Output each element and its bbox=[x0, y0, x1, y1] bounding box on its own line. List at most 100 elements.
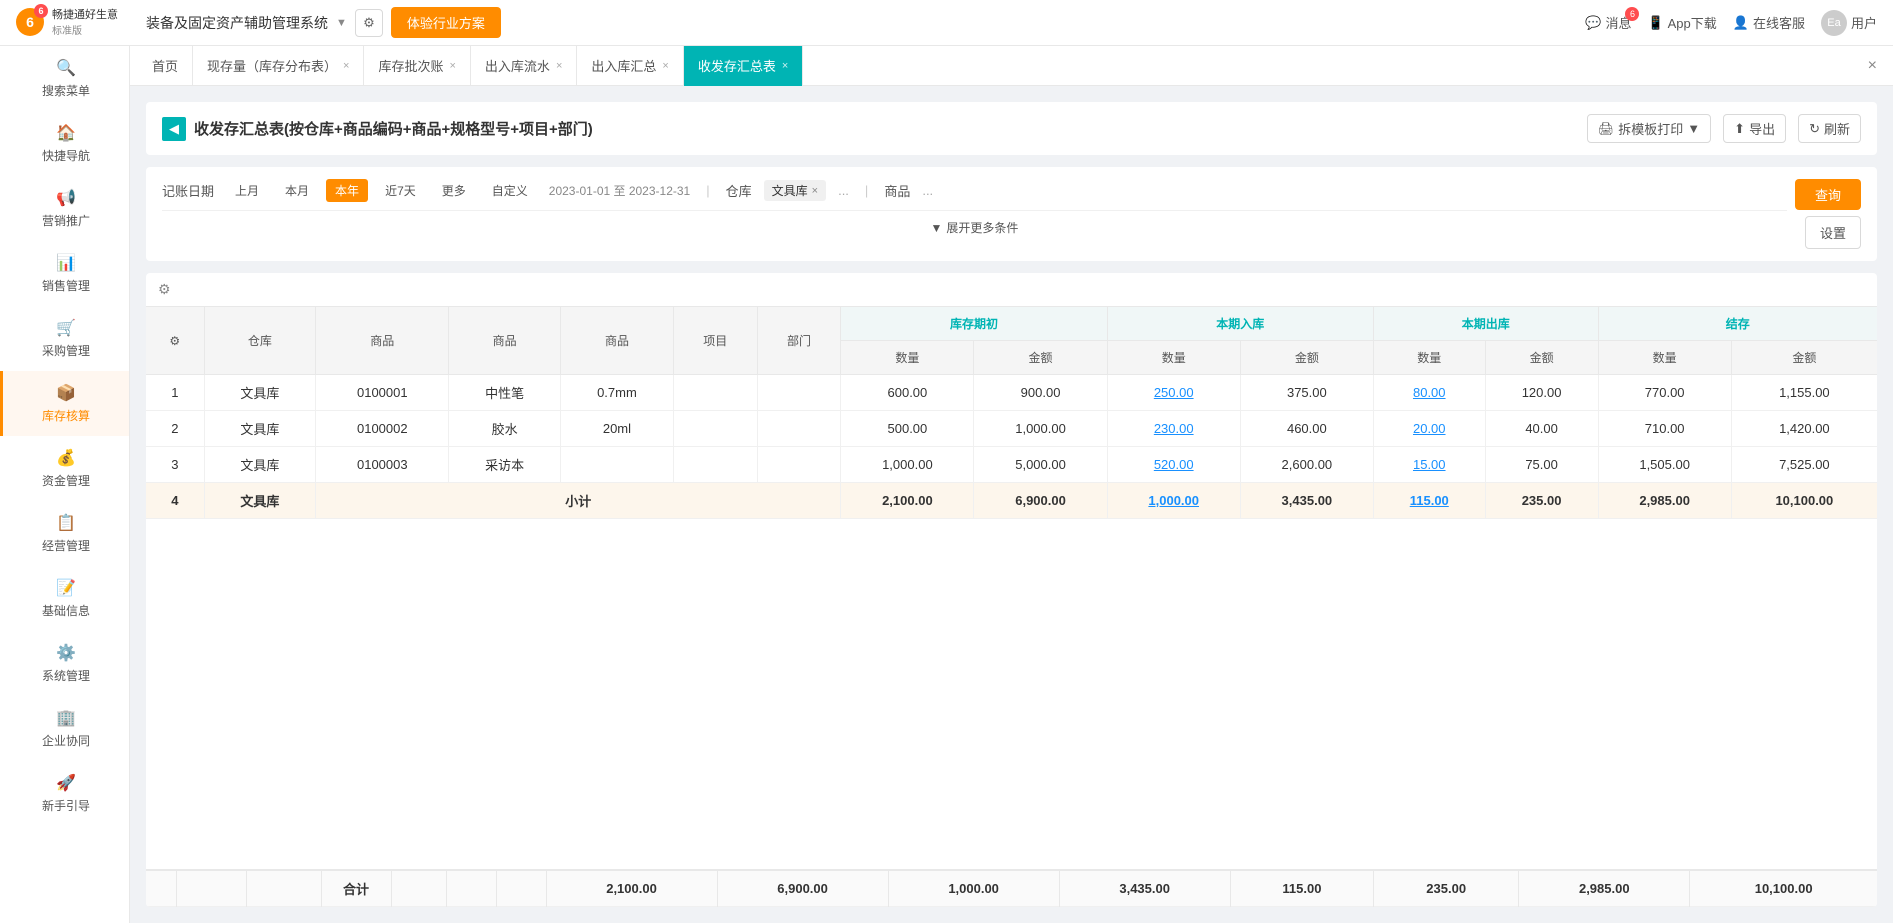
date-btn-this-year[interactable]: 本年 bbox=[326, 179, 368, 202]
message-badge: 6 bbox=[1625, 7, 1639, 21]
sidebar-item-search[interactable]: 🔍 搜索菜单 bbox=[0, 46, 129, 111]
row2-warehouse: 文具库 bbox=[204, 411, 316, 447]
date-btn-last-month[interactable]: 上月 bbox=[226, 179, 268, 202]
row3-opening-amt: 5,000.00 bbox=[974, 447, 1107, 483]
system-area: 装备及固定资产辅助管理系统 ▼ ⚙ 体验行业方案 bbox=[146, 7, 1585, 38]
row3-in-qty[interactable]: 520.00 bbox=[1107, 447, 1240, 483]
row3-warehouse: 文具库 bbox=[204, 447, 316, 483]
table-settings-icon[interactable]: ⚙ bbox=[158, 281, 171, 298]
date-btn-this-month[interactable]: 本月 bbox=[276, 179, 318, 202]
sidebar-item-marketing[interactable]: 📢 营销推广 bbox=[0, 176, 129, 241]
print-button[interactable]: 🖨 拆模板打印 ▼ bbox=[1587, 114, 1711, 143]
sales-icon: 📊 bbox=[56, 253, 76, 273]
row1-out-qty[interactable]: 80.00 bbox=[1373, 375, 1485, 411]
home-icon: 🏠 bbox=[56, 123, 76, 143]
subtotal-in-amt: 3,435.00 bbox=[1240, 483, 1373, 519]
row1-project bbox=[673, 375, 757, 411]
sidebar-item-purchase[interactable]: 🛒 采购管理 bbox=[0, 306, 129, 371]
sidebar-item-newbie[interactable]: 🚀 新手引导 bbox=[0, 761, 129, 826]
tab-in-out-summary[interactable]: 出入库汇总 × bbox=[577, 46, 683, 86]
user-menu[interactable]: Ea 用户 bbox=[1821, 10, 1877, 36]
tab-in-out-flow-close[interactable]: × bbox=[556, 60, 562, 72]
tab-batch-ledger[interactable]: 库存批次账 × bbox=[364, 46, 470, 86]
collapse-arrow[interactable]: ◀ bbox=[162, 117, 186, 141]
row1-spec: 0.7mm bbox=[560, 375, 673, 411]
row3-closing-qty: 1,505.00 bbox=[1598, 447, 1731, 483]
expand-button[interactable]: ▼ 展开更多条件 bbox=[162, 210, 1787, 236]
system-dropdown-icon[interactable]: ▼ bbox=[336, 17, 347, 29]
refresh-button[interactable]: ↻ 刷新 bbox=[1798, 114, 1861, 143]
subtotal-in-qty[interactable]: 1,000.00 bbox=[1107, 483, 1240, 519]
sidebar-label-search: 搜索菜单 bbox=[42, 82, 90, 99]
tab-in-out-summary-close[interactable]: × bbox=[662, 60, 668, 72]
warehouse-ellipsis[interactable]: ... bbox=[838, 183, 849, 198]
th-group-out: 本期出库 bbox=[1373, 307, 1598, 341]
tab-in-out-flow-label: 出入库流水 bbox=[485, 56, 550, 75]
tab-recv-send-summary-label: 收发存汇总表 bbox=[698, 56, 776, 75]
tab-bar-close-button[interactable]: × bbox=[1860, 57, 1885, 75]
row3-in-amt: 2,600.00 bbox=[1240, 447, 1373, 483]
sidebar-item-quick-nav[interactable]: 🏠 快捷导航 bbox=[0, 111, 129, 176]
date-btn-custom[interactable]: 自定义 bbox=[483, 179, 537, 202]
sidebar-item-enterprise[interactable]: 🏢 企业协同 bbox=[0, 696, 129, 761]
user-avatar: Ea bbox=[1821, 10, 1847, 36]
inventory-icon: 📦 bbox=[56, 383, 76, 403]
row2-out-qty[interactable]: 20.00 bbox=[1373, 411, 1485, 447]
date-btn-7days[interactable]: 近7天 bbox=[376, 179, 425, 202]
th-warehouse: 仓库 bbox=[204, 307, 316, 375]
row2-in-qty[interactable]: 230.00 bbox=[1107, 411, 1240, 447]
sidebar-label-newbie: 新手引导 bbox=[42, 797, 90, 814]
warehouse-label: 仓库 bbox=[726, 181, 752, 200]
tab-batch-ledger-close[interactable]: × bbox=[449, 60, 455, 72]
warehouse-tag-close[interactable]: × bbox=[812, 185, 818, 197]
subtotal-out-qty[interactable]: 115.00 bbox=[1373, 483, 1485, 519]
sidebar-item-finance[interactable]: 💰 资金管理 bbox=[0, 436, 129, 501]
sidebar-label-operations: 经营管理 bbox=[42, 537, 90, 554]
sidebar-item-operations[interactable]: 📋 经营管理 bbox=[0, 501, 129, 566]
tab-recv-send-summary-close[interactable]: × bbox=[782, 60, 788, 72]
subtotal-opening-qty: 2,100.00 bbox=[841, 483, 974, 519]
row1-dept bbox=[757, 375, 841, 411]
sidebar-item-system[interactable]: ⚙️ 系统管理 bbox=[0, 631, 129, 696]
row2-opening-qty: 500.00 bbox=[841, 411, 974, 447]
row2-no: 2 bbox=[146, 411, 204, 447]
date-label: 记账日期 bbox=[162, 181, 214, 200]
messages-button[interactable]: 💬 消息 6 bbox=[1585, 13, 1631, 32]
basic-info-icon: 📝 bbox=[56, 578, 76, 598]
sidebar-item-basic-info[interactable]: 📝 基础信息 bbox=[0, 566, 129, 631]
gear-button[interactable]: ⚙ bbox=[355, 9, 383, 37]
tab-home[interactable]: 首页 bbox=[138, 46, 193, 86]
tab-recv-send-summary[interactable]: 收发存汇总表 × bbox=[684, 46, 803, 86]
table-row: 1 文具库 0100001 中性笔 0.7mm 600.00 900.00 25… bbox=[146, 375, 1877, 411]
filter-bar: 记账日期 上月 本月 本年 近7天 更多 自定义 2023-01-01 至 20… bbox=[146, 167, 1877, 261]
sidebar-item-inventory[interactable]: 📦 库存核算 bbox=[0, 371, 129, 436]
export-button[interactable]: ⬆ 导出 bbox=[1723, 114, 1786, 143]
row1-in-qty[interactable]: 250.00 bbox=[1107, 375, 1240, 411]
subtotal-warehouse: 文具库 bbox=[204, 483, 316, 519]
row1-no: 1 bbox=[146, 375, 204, 411]
table-toolbar: ⚙ bbox=[146, 273, 1877, 307]
online-service-button[interactable]: 👤 在线客服 bbox=[1733, 13, 1805, 32]
export-icon: ⬆ bbox=[1734, 121, 1745, 137]
row1-in-amt: 375.00 bbox=[1240, 375, 1373, 411]
subtotal-opening-amt: 6,900.00 bbox=[974, 483, 1107, 519]
tab-inventory-dist[interactable]: 现存量（库存分布表） × bbox=[193, 46, 364, 86]
row1-closing-qty: 770.00 bbox=[1598, 375, 1731, 411]
query-button[interactable]: 查询 bbox=[1795, 179, 1861, 210]
filter-settings-button[interactable]: 设置 bbox=[1805, 216, 1861, 249]
operations-icon: 📋 bbox=[56, 513, 76, 533]
date-btn-more[interactable]: 更多 bbox=[433, 179, 475, 202]
row3-out-qty[interactable]: 15.00 bbox=[1373, 447, 1485, 483]
tab-in-out-flow[interactable]: 出入库流水 × bbox=[471, 46, 577, 86]
row2-in-amt: 460.00 bbox=[1240, 411, 1373, 447]
goods-ellipsis[interactable]: ... bbox=[922, 183, 933, 198]
sidebar-item-sales[interactable]: 📊 销售管理 bbox=[0, 241, 129, 306]
footer-closing-qty: 2,985.00 bbox=[1519, 871, 1690, 907]
system-name: 装备及固定资产辅助管理系统 bbox=[146, 13, 328, 33]
trial-button[interactable]: 体验行业方案 bbox=[391, 7, 501, 38]
refresh-icon: ↻ bbox=[1809, 121, 1820, 137]
top-bar: 6 6 畅捷通好生意 标准版 装备及固定资产辅助管理系统 ▼ ⚙ 体验行业方案 … bbox=[0, 0, 1893, 46]
app-download-button[interactable]: 📱 App下载 bbox=[1647, 13, 1716, 32]
tab-inventory-dist-close[interactable]: × bbox=[343, 60, 349, 72]
row1-warehouse: 文具库 bbox=[204, 375, 316, 411]
